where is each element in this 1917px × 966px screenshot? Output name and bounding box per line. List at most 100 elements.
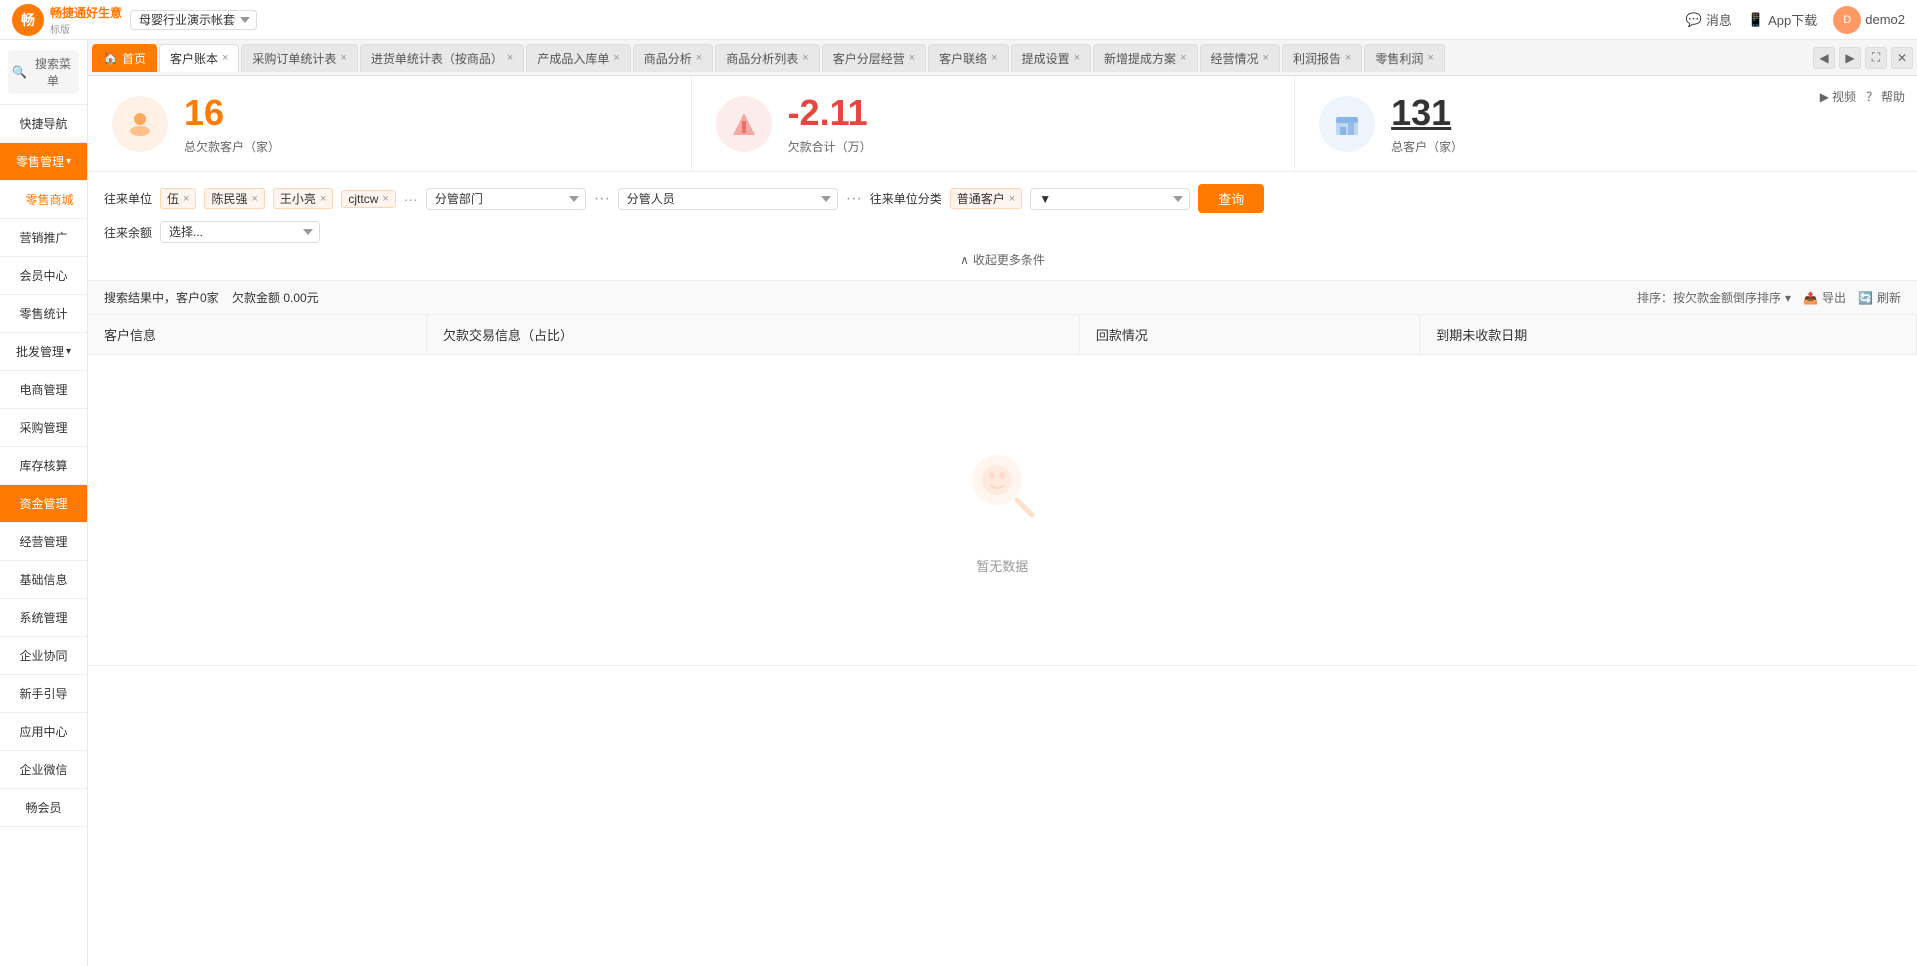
tab-close-accounts[interactable]: ×	[222, 52, 228, 64]
tab-expand-btn[interactable]: ⛶	[1865, 47, 1887, 69]
chevron-icon: ▾	[66, 156, 71, 167]
tab-stock-stats[interactable]: 进货单统计表（按商品） ×	[360, 44, 524, 72]
chevron-icon: ▾	[66, 346, 71, 357]
tab-close-goods-analysis-list[interactable]: ×	[802, 52, 808, 64]
stat-card-arrears-content: -2.11 欠款合计（万）	[788, 92, 872, 155]
filter-tag-ordinary-close[interactable]: ×	[1009, 193, 1015, 205]
sidebar-item-retail[interactable]: 零售管理 ▾	[0, 143, 87, 181]
tab-close-operation-status[interactable]: ×	[1263, 52, 1269, 64]
refresh-btn[interactable]: 🔄 刷新	[1858, 289, 1901, 306]
tab-close-customer-segment[interactable]: ×	[909, 52, 915, 64]
top-bar: 畅 畅捷通好生意 标版 母婴行业演示帐套 💬 消息 📱 App下载 D demo…	[0, 0, 1917, 40]
tab-operation-status[interactable]: 经营情况 ×	[1200, 44, 1280, 72]
empty-state-cell: 暂无数据	[88, 355, 1917, 666]
tab-close-production[interactable]: ×	[613, 52, 619, 64]
empty-state: 暂无数据	[104, 365, 1901, 655]
sidebar-item-quick-nav[interactable]: 快捷导航	[0, 105, 87, 143]
sidebar-item-retail-stats[interactable]: 零售统计	[0, 295, 87, 333]
tab-profit-report[interactable]: 利润报告 ×	[1282, 44, 1362, 72]
sidebar-item-operations[interactable]: 经营管理	[0, 523, 87, 561]
sidebar-item-retail-mall[interactable]: 零售商城	[0, 181, 87, 219]
sidebar-item-batch[interactable]: 批发管理 ▾	[0, 333, 87, 371]
dept-more-btn[interactable]: ···	[594, 190, 610, 208]
stat-card-total-content: 131 总客户（家）	[1391, 92, 1463, 155]
user-menu[interactable]: D demo2	[1833, 6, 1905, 34]
export-btn[interactable]: 📤 导出	[1803, 289, 1846, 306]
tab-home[interactable]: 🏠 首页	[92, 44, 157, 72]
tab-close-profit-report[interactable]: ×	[1345, 52, 1351, 64]
main-layout: 🔍 搜索菜单 快捷导航 零售管理 ▾ 零售商城 营销推广 会员中心 零售统计 批…	[0, 40, 1917, 966]
tab-push-settings[interactable]: 提成设置 ×	[1011, 44, 1091, 72]
tab-goods-analysis-list[interactable]: 商品分析列表 ×	[715, 44, 819, 72]
tab-new-push-plan[interactable]: 新增提成方案 ×	[1093, 44, 1197, 72]
sidebar-item-inventory[interactable]: 库存核算	[0, 447, 87, 485]
query-button[interactable]: 查询	[1198, 184, 1264, 213]
filter-tag-wu-close[interactable]: ×	[183, 193, 189, 205]
tab-customer-contact[interactable]: 客户联络 ×	[928, 44, 1008, 72]
sidebar-item-enterprise[interactable]: 企业协同	[0, 637, 87, 675]
tab-close-retail-profit[interactable]: ×	[1427, 52, 1433, 64]
sidebar-item-purchase[interactable]: 采购管理	[0, 409, 87, 447]
tab-accounts[interactable]: 客户账本 ×	[159, 44, 239, 72]
sidebar-item-wechat[interactable]: 企业微信	[0, 751, 87, 789]
stat-label-total: 总客户（家）	[1391, 138, 1463, 155]
tab-close-all-btn[interactable]: ✕	[1891, 47, 1913, 69]
person-more-btn[interactable]: ···	[846, 190, 862, 208]
person-select[interactable]: 分管人员	[618, 188, 838, 210]
search-menu-btn[interactable]: 🔍 搜索菜单	[8, 50, 79, 94]
tab-purchase-orders[interactable]: 采购订单统计表 ×	[241, 44, 357, 72]
tab-close-goods-analysis[interactable]: ×	[696, 52, 702, 64]
tab-close-push-settings[interactable]: ×	[1074, 52, 1080, 64]
sidebar-item-ecommerce[interactable]: 电商管理	[0, 371, 87, 409]
right-panel: 🏠 首页 客户账本 × 采购订单统计表 × 进货单统计表（按商品） × 产成品入…	[88, 40, 1917, 966]
sidebar-item-marketing[interactable]: 营销推广	[0, 219, 87, 257]
filter-tag-chen: 陈民强 ×	[204, 188, 264, 209]
sidebar-item-apps[interactable]: 应用中心	[0, 713, 87, 751]
tab-close-purchase-orders[interactable]: ×	[340, 52, 346, 64]
video-btn[interactable]: ▶ 视频	[1820, 88, 1856, 105]
filter-tag-ordinary: 普通客户 ×	[950, 188, 1022, 209]
col-customer-info: 客户信息	[88, 315, 426, 355]
sidebar-item-newcomer[interactable]: 新手引导	[0, 675, 87, 713]
sort-btn[interactable]: 排序：按欠款金额倒序排序 ▾	[1637, 289, 1791, 306]
sidebar-search-area: 🔍 搜索菜单	[0, 40, 87, 105]
sidebar-item-vip[interactable]: 畅会员	[0, 789, 87, 827]
logo-text: 畅捷通好生意 标版	[50, 4, 122, 36]
message-btn[interactable]: 💬 消息	[1686, 10, 1732, 29]
tab-retail-profit[interactable]: 零售利润 ×	[1364, 44, 1444, 72]
tab-prev-btn[interactable]: ◀	[1813, 47, 1835, 69]
sidebar-item-system[interactable]: 系统管理	[0, 599, 87, 637]
sidebar-item-basic[interactable]: 基础信息	[0, 561, 87, 599]
filter-tag-chen-close[interactable]: ×	[251, 193, 257, 205]
filter-area: 往来单位 伍 × 陈民强 × 王小亮 × cjttcw	[88, 172, 1917, 281]
sort-icon: ▾	[1785, 291, 1791, 305]
app-download-btn[interactable]: 📱 App下载	[1748, 10, 1817, 29]
stat-label-arrears: 欠款合计（万）	[788, 138, 872, 155]
filter-tag-wang-close[interactable]: ×	[320, 193, 326, 205]
help-btn[interactable]: ？ 帮助	[1866, 88, 1905, 105]
tab-customer-segment[interactable]: 客户分层经营 ×	[822, 44, 926, 72]
tab-production[interactable]: 产成品入库单 ×	[526, 44, 630, 72]
dept-select[interactable]: 分管部门	[426, 188, 586, 210]
export-icon: 📤	[1803, 291, 1818, 305]
logo-area: 畅 畅捷通好生意 标版	[12, 4, 122, 36]
tab-next-btn[interactable]: ▶	[1839, 47, 1861, 69]
tab-goods-analysis[interactable]: 商品分析 ×	[633, 44, 713, 72]
balance-select[interactable]: 选择...	[160, 221, 320, 243]
tab-close-stock-stats[interactable]: ×	[507, 52, 513, 64]
unit-type-select[interactable]: ▼	[1030, 188, 1190, 210]
refresh-icon: 🔄	[1858, 291, 1873, 305]
tab-close-new-push-plan[interactable]: ×	[1180, 52, 1186, 64]
sidebar-item-finance[interactable]: 资金管理	[0, 485, 87, 523]
stat-card-customers-content: 16 总欠款客户（家）	[184, 92, 280, 155]
collapse-btn[interactable]: ∧ 收起更多条件	[104, 251, 1901, 268]
sidebar-item-member[interactable]: 会员中心	[0, 257, 87, 295]
tab-bar: 🏠 首页 客户账本 × 采购订单统计表 × 进货单统计表（按商品） × 产成品入…	[88, 40, 1917, 76]
filter-tag-cjttcw-close[interactable]: ×	[382, 193, 388, 205]
col-repayment: 回款情况	[1079, 315, 1419, 355]
tab-close-customer-contact[interactable]: ×	[991, 52, 997, 64]
more-unit-tags[interactable]: ···	[404, 191, 418, 207]
balance-filter-label: 往来余额	[104, 224, 152, 241]
content-area: 16 总欠款客户（家） -2.11 欠款合计（万）	[88, 76, 1917, 966]
company-selector[interactable]: 母婴行业演示帐套	[130, 10, 257, 30]
